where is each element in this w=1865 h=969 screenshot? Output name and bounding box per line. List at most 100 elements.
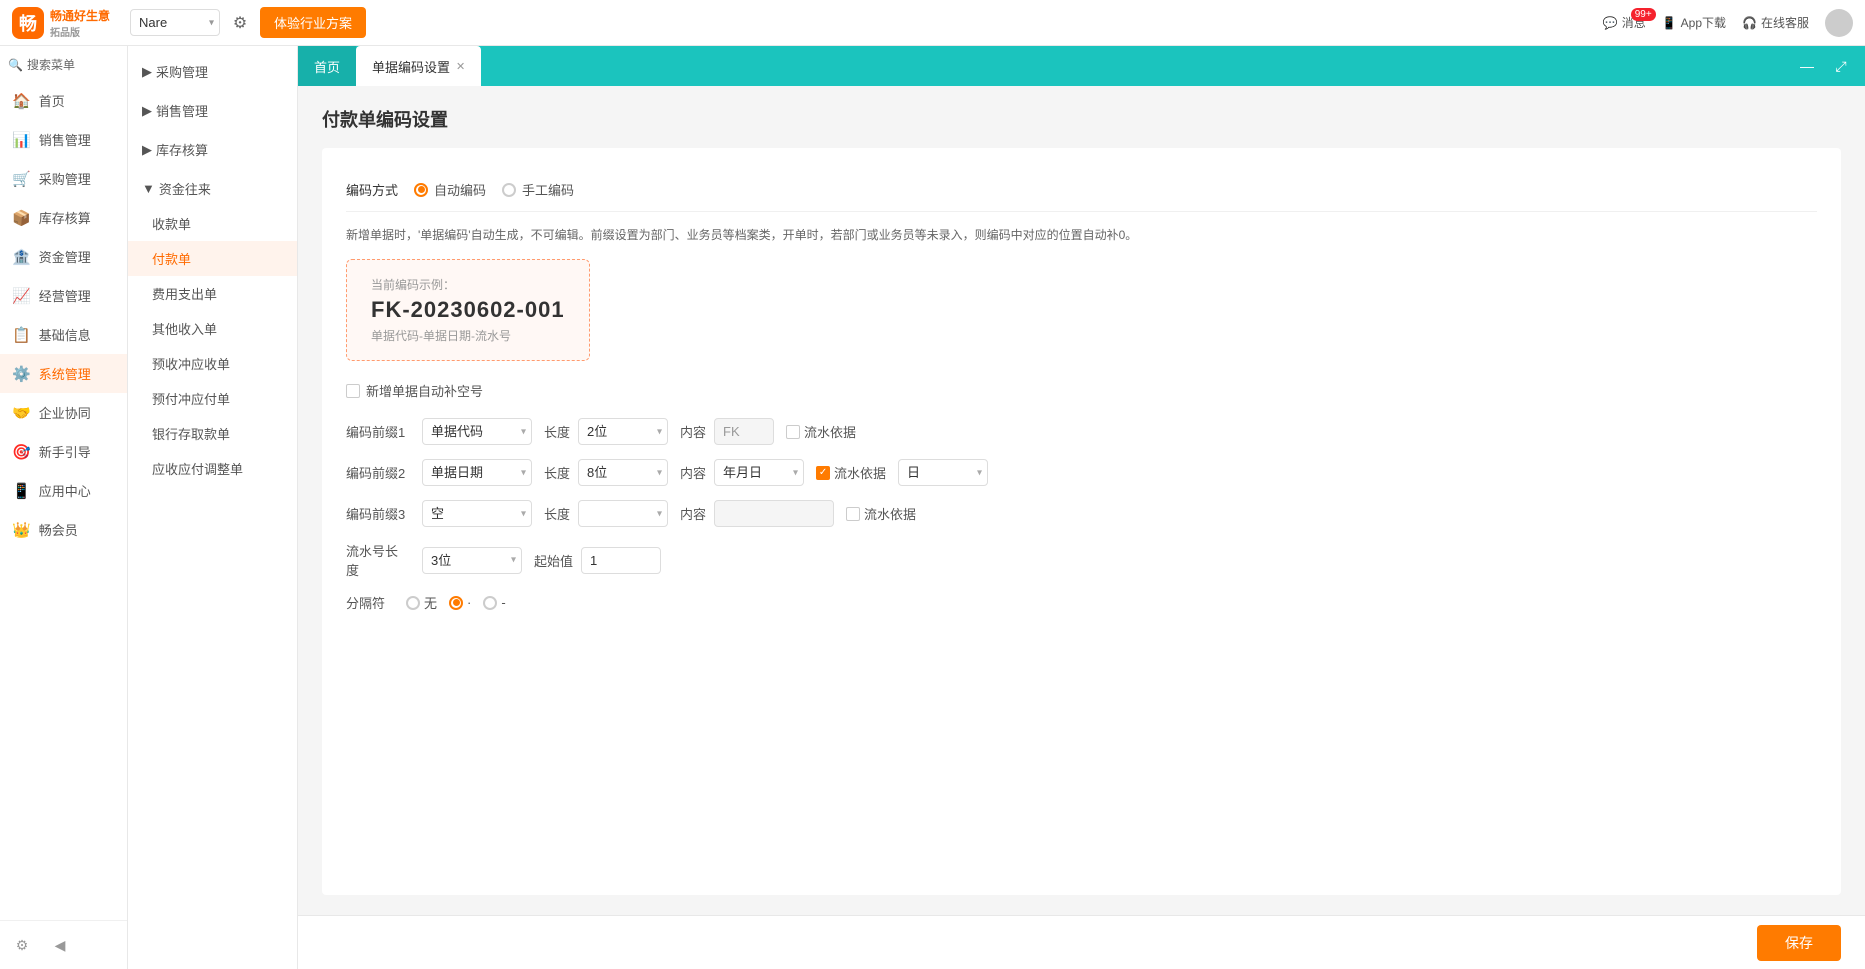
sidebar-item-purchase[interactable]: 🛒 采购管理 [0,159,127,198]
sidebar-item-base[interactable]: 📋 基础信息 [0,315,127,354]
sec-item-bank[interactable]: 银行存取款单 [128,416,297,451]
inventory-icon: 📦 [12,209,31,227]
sep-dash-option[interactable]: - [483,595,505,610]
sec-label-purchase: 采购管理 [156,62,208,81]
sec-header-inventory[interactable]: ▶ 库存核算 [128,132,297,167]
prefix1-length-select[interactable]: 2位 [578,418,668,445]
sep-dash-radio[interactable] [483,596,497,610]
tab-expand-btn[interactable]: ⤢ [1827,52,1855,80]
sidebar-search[interactable]: 🔍 搜索菜单 [0,46,127,81]
preview-desc: 单据代码-单据日期-流水号 [371,327,565,344]
manual-encode-radio[interactable] [502,183,516,197]
prefix1-watermark-checkbox[interactable] [786,425,800,439]
serial-label: 流水号长度 [346,541,410,579]
sep-none-radio[interactable] [406,596,420,610]
prefix3-length-select[interactable] [578,500,668,527]
sidebar-label-guide: 新手引导 [39,442,91,461]
sec-item-receipt[interactable]: 收款单 [128,206,297,241]
tab-close-icon[interactable]: ✕ [456,60,465,73]
settings-card: 编码方式 自动编码 手工编码 新增单据时，'单据编码'自动生成，不可编辑。前缀设… [322,148,1841,895]
tab-doc-code[interactable]: 单据编码设置 ✕ [356,46,481,86]
sidebar-item-operation[interactable]: 📈 经营管理 [0,276,127,315]
prefix1-select-wrap[interactable]: 单据代码 [422,418,532,445]
sec-item-payment[interactable]: 付款单 [128,241,297,276]
prefix2-select-wrap[interactable]: 单据日期 [422,459,532,486]
prefix3-length-group: 长度 [544,500,668,527]
serial-start-input[interactable] [581,547,661,574]
prefix2-length-wrap[interactable]: 8位 [578,459,668,486]
prefix2-watermark-checkbox[interactable]: ✓ [816,466,830,480]
settings-icon[interactable]: ⚙ [226,9,254,37]
sidebar-item-apps[interactable]: 📱 应用中心 [0,471,127,510]
prefix2-row: 编码前缀2 单据日期 长度 8位 [346,459,1817,486]
prefix2-unit-wrap[interactable]: 日 [898,459,988,486]
prefix2-length-select[interactable]: 8位 [578,459,668,486]
sec-header-sales[interactable]: ▶ 销售管理 [128,93,297,128]
prefix2-unit-select[interactable]: 日 [898,459,988,486]
sidebar-item-guide[interactable]: 🎯 新手引导 [0,432,127,471]
sec-item-adjust[interactable]: 应收应付调整单 [128,451,297,486]
sidebar-item-finance[interactable]: 🏦 资金管理 [0,237,127,276]
sep-dot-radio[interactable] [449,596,463,610]
prefix1-length-wrap[interactable]: 2位 [578,418,668,445]
prefix3-select-wrap[interactable]: 空 [422,500,532,527]
content-area: 付款单编码设置 编码方式 自动编码 手工编码 [298,86,1865,915]
sidebar-label-member: 畅会员 [39,520,78,539]
encoding-method-group: 编码方式 自动编码 手工编码 [346,168,1817,212]
sep-none-option[interactable]: 无 [406,593,437,612]
prefix1-watermark-label: 流水依据 [804,422,856,441]
sec-item-pre-receipt[interactable]: 预收冲应收单 [128,346,297,381]
serial-length-wrap[interactable]: 3位 [422,547,522,574]
top-nav: Nare ⚙ 体验行业方案 [130,7,1595,38]
avatar[interactable] [1825,9,1853,37]
sec-group-inventory: ▶ 库存核算 [128,132,297,167]
prefix3-select[interactable]: 空 [422,500,532,527]
sec-group-sales: ▶ 销售管理 [128,93,297,128]
sep-dash-label: - [501,595,505,610]
manual-encode-option[interactable]: 手工编码 [502,180,574,199]
sec-item-other-income[interactable]: 其他收入单 [128,311,297,346]
prefix3-watermark-checkbox[interactable] [846,507,860,521]
sidebar-label-operation: 经营管理 [39,286,91,305]
sidebar-label-inventory: 库存核算 [39,208,91,227]
prefix2-content-group: 内容 年月日 [680,459,804,486]
preview-label: 当前编码示例： [371,276,565,293]
sec-item-pre-payment[interactable]: 预付冲应付单 [128,381,297,416]
sidebar-item-system[interactable]: ⚙️ 系统管理 [0,354,127,393]
auto-encode-option[interactable]: 自动编码 [414,180,486,199]
sidebar-item-home[interactable]: 🏠 首页 [0,81,127,120]
sidebar-collapse-btn[interactable]: ◀ [46,931,74,959]
tab-minimize-btn[interactable]: — [1793,52,1821,80]
prefix2-content-select[interactable]: 年月日 [714,459,804,486]
sec-label-inventory: 库存核算 [156,140,208,159]
sidebar-item-member[interactable]: 👑 畅会员 [0,510,127,549]
serial-length-select[interactable]: 3位 [422,547,522,574]
save-button[interactable]: 保存 [1757,925,1841,961]
sec-header-finance[interactable]: ▼ 资金往来 [128,171,297,206]
tab-home[interactable]: 首页 [298,46,356,86]
prefix2-content-wrap[interactable]: 年月日 [714,459,804,486]
sec-item-expense[interactable]: 费用支出单 [128,276,297,311]
prefix1-select[interactable]: 单据代码 [422,418,532,445]
prefix3-length-wrap[interactable] [578,500,668,527]
search-icon: 🔍 [8,58,23,72]
prefix2-select[interactable]: 单据日期 [422,459,532,486]
sidebar-settings-btn[interactable]: ⚙ [8,931,36,959]
sidebar-item-inventory[interactable]: 📦 库存核算 [0,198,127,237]
auto-encode-radio[interactable] [414,183,428,197]
message-btn[interactable]: 💬 消息 99+ [1603,14,1646,31]
auto-zero-checkbox[interactable] [346,384,360,398]
sep-dot-option[interactable]: · [449,595,471,610]
prefix3-label: 编码前缀3 [346,504,410,523]
guide-icon: 🎯 [12,443,31,461]
sidebar-label-corp: 企业协同 [39,403,91,422]
prefix1-watermark-group: 流水依据 [786,422,856,441]
app-download-btn[interactable]: 📱 App下载 [1662,14,1726,31]
trial-btn[interactable]: 体验行业方案 [260,7,366,38]
company-selector[interactable]: Nare [130,9,220,36]
service-btn[interactable]: 🎧 在线客服 [1742,14,1809,31]
sec-header-purchase[interactable]: ▶ 采购管理 [128,54,297,89]
sidebar-item-sales[interactable]: 📊 销售管理 [0,120,127,159]
sidebar-item-corp[interactable]: 🤝 企业协同 [0,393,127,432]
company-selector-wrap[interactable]: Nare [130,9,220,36]
